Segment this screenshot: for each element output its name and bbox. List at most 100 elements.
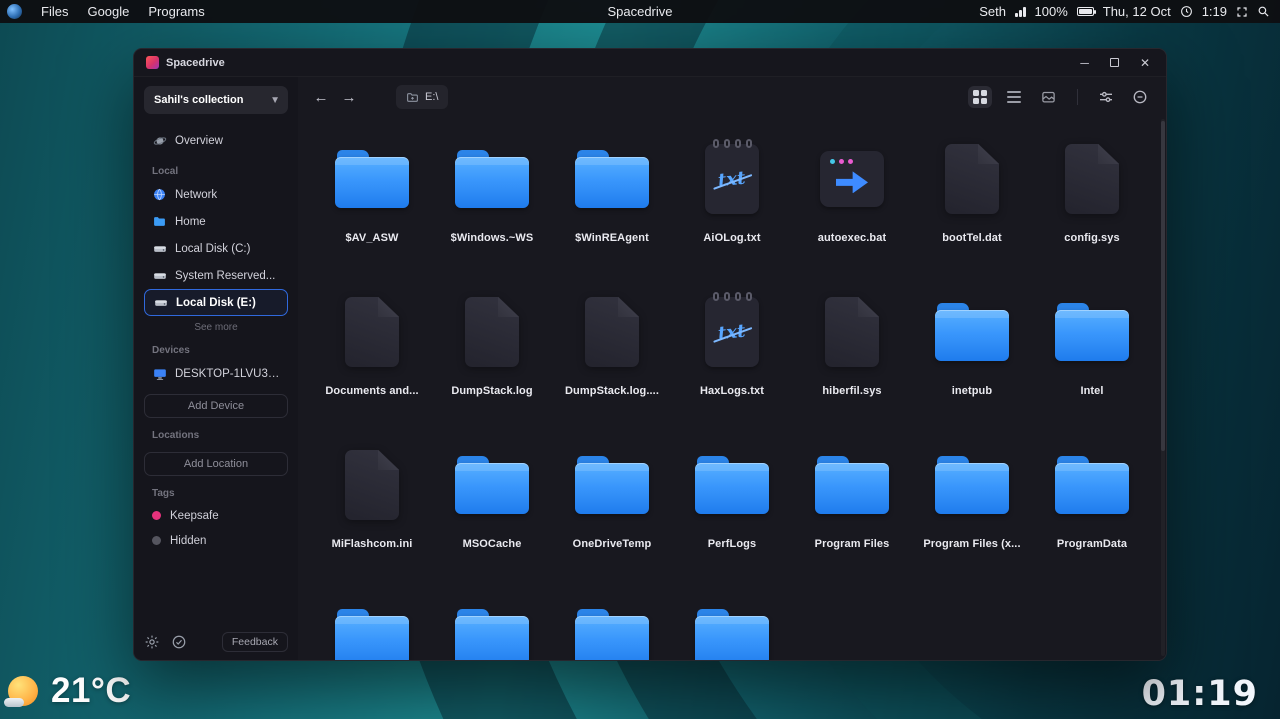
section-label-tags: Tags — [152, 488, 175, 499]
text-file-icon: txt — [705, 139, 759, 214]
fullscreen-icon[interactable] — [1236, 6, 1248, 18]
battery-percent: 100% — [1034, 4, 1068, 19]
sidebar-item-network[interactable]: Network — [144, 181, 288, 208]
folder-item-onedrivetemp[interactable]: OneDriveTemp — [552, 432, 672, 585]
desktop-clock: 01:19 — [1141, 674, 1258, 714]
tag-color-dot — [152, 536, 161, 545]
media-view-icon — [1042, 91, 1055, 102]
sidebar-item-home[interactable]: Home — [144, 208, 288, 235]
minimize-button[interactable]: ─ — [1080, 57, 1089, 69]
folder-item[interactable] — [552, 585, 672, 660]
check-circle-icon[interactable] — [171, 634, 187, 650]
folder-item-intel[interactable]: Intel — [1032, 279, 1152, 432]
media-view-button[interactable] — [1036, 86, 1061, 109]
forward-button[interactable]: → — [340, 89, 358, 106]
folder-icon — [695, 456, 769, 514]
folder-item-windows-ws[interactable]: $Windows.~WS — [432, 126, 552, 279]
folder-item-program-files-x[interactable]: Program Files (x... — [912, 432, 1032, 585]
explorer-toolbar: ← → E:\ — [298, 77, 1166, 117]
folder-item-av-asw[interactable]: $AV_ASW — [312, 126, 432, 279]
sidebar-item-local-disk-c[interactable]: Local Disk (C:) — [144, 235, 288, 262]
file-icon — [465, 297, 519, 367]
menu-google[interactable]: Google — [87, 4, 129, 19]
file-label: bootTel.dat — [942, 232, 1002, 244]
folder-item[interactable] — [432, 585, 552, 660]
file-item-documents-and[interactable]: Documents and... — [312, 279, 432, 432]
sidebar-item-label: System Reserved... — [175, 269, 276, 282]
settings-gear-icon[interactable] — [144, 634, 160, 650]
window-title: Spacedrive — [166, 56, 225, 69]
file-label: AiOLog.txt — [703, 232, 761, 244]
temperature-label: 21°C — [51, 671, 132, 710]
user-name[interactable]: Seth — [979, 4, 1006, 19]
window-titlebar[interactable]: Spacedrive ─ ✕ — [134, 49, 1166, 77]
folder-icon — [575, 150, 649, 208]
folder-item-programdata[interactable]: ProgramData — [1032, 432, 1152, 585]
folder-icon — [815, 456, 889, 514]
file-icon — [345, 297, 399, 367]
tag-item-hidden[interactable]: Hidden — [144, 528, 288, 553]
file-item-aiolog-txt[interactable]: txt AiOLog.txt — [672, 126, 792, 279]
add-device-button[interactable]: Add Device — [144, 394, 288, 418]
network-signal-icon[interactable] — [1015, 6, 1026, 17]
grid-view-button[interactable] — [968, 86, 992, 108]
folder-item-inetpub[interactable]: inetpub — [912, 279, 1032, 432]
file-label: ProgramData — [1056, 538, 1128, 550]
maximize-button[interactable] — [1109, 58, 1119, 67]
file-item-miflashcom-ini[interactable]: MiFlashcom.ini — [312, 432, 432, 585]
topbar-date[interactable]: Thu, 12 Oct — [1103, 4, 1171, 19]
folder-item-msocache[interactable]: MSOCache — [432, 432, 552, 585]
sidebar-item-device[interactable]: DESKTOP-1LVU3DB — [144, 360, 288, 387]
file-label: PerfLogs — [707, 538, 757, 550]
overview-planet-icon — [152, 134, 167, 148]
folder-item-winreagent[interactable]: $WinREAgent — [552, 126, 672, 279]
file-label: inetpub — [951, 385, 993, 397]
file-item-config-sys[interactable]: config.sys — [1032, 126, 1152, 279]
search-icon[interactable] — [1257, 5, 1270, 18]
file-item-dumpstack-log[interactable]: DumpStack.log — [432, 279, 552, 432]
sidebar-item-label: Network — [175, 188, 218, 201]
sidebar-item-system-reserved[interactable]: System Reserved... — [144, 262, 288, 289]
folder-item[interactable] — [672, 585, 792, 660]
close-button[interactable]: ✕ — [1140, 57, 1150, 69]
back-button[interactable]: ← — [312, 89, 330, 106]
breadcrumb[interactable]: E:\ — [396, 85, 449, 109]
sidebar-item-label: Local Disk (C:) — [175, 242, 251, 255]
file-item-autoexec-bat[interactable]: autoexec.bat — [792, 126, 912, 279]
folder-icon — [455, 150, 529, 208]
file-item-haxlogs-txt[interactable]: txt HaxLogs.txt — [672, 279, 792, 432]
file-grid: $AV_ASW $Windows.~WS $WinREAgent txt AiOLog.… — [298, 117, 1166, 660]
folder-icon — [575, 609, 649, 660]
list-view-button[interactable] — [1002, 87, 1026, 107]
folder-item[interactable] — [312, 585, 432, 660]
sidebar-item-overview[interactable]: Overview — [144, 127, 288, 154]
filter-sliders-icon[interactable] — [1094, 85, 1118, 109]
collection-dropdown[interactable]: Sahil's collection ▼ — [144, 86, 288, 114]
battery-icon[interactable] — [1076, 7, 1097, 16]
file-label: MiFlashcom.ini — [331, 538, 413, 550]
feedback-button[interactable]: Feedback — [221, 632, 288, 652]
file-item-boottel-dat[interactable]: bootTel.dat — [912, 126, 1032, 279]
file-item-dumpstack-log[interactable]: DumpStack.log.... — [552, 279, 672, 432]
monitor-icon — [152, 367, 167, 381]
menu-programs[interactable]: Programs — [148, 4, 204, 19]
distro-logo-icon[interactable] — [7, 4, 22, 19]
folder-item-program-files[interactable]: Program Files — [792, 432, 912, 585]
weather-widget: 21°C — [4, 671, 132, 711]
folder-icon — [455, 609, 529, 660]
menu-files[interactable]: Files — [41, 4, 68, 19]
see-more-link[interactable]: See more — [144, 322, 288, 333]
tag-label: Keepsafe — [170, 509, 219, 522]
tag-item-keepsafe[interactable]: Keepsafe — [144, 503, 288, 528]
breadcrumb-path: E:\ — [425, 91, 439, 103]
overflow-circle-icon[interactable] — [1128, 85, 1152, 109]
folder-item-perflogs[interactable]: PerfLogs — [672, 432, 792, 585]
sidebar-item-local-disk-e[interactable]: Local Disk (E:) — [144, 289, 288, 316]
file-label: hiberfil.sys — [822, 385, 882, 397]
file-icon — [585, 297, 639, 367]
file-item-hiberfil-sys[interactable]: hiberfil.sys — [792, 279, 912, 432]
scrollbar-thumb[interactable] — [1161, 121, 1165, 451]
spacedrive-logo-icon — [146, 56, 159, 69]
tag-color-dot — [152, 511, 161, 520]
add-location-button[interactable]: Add Location — [144, 452, 288, 476]
